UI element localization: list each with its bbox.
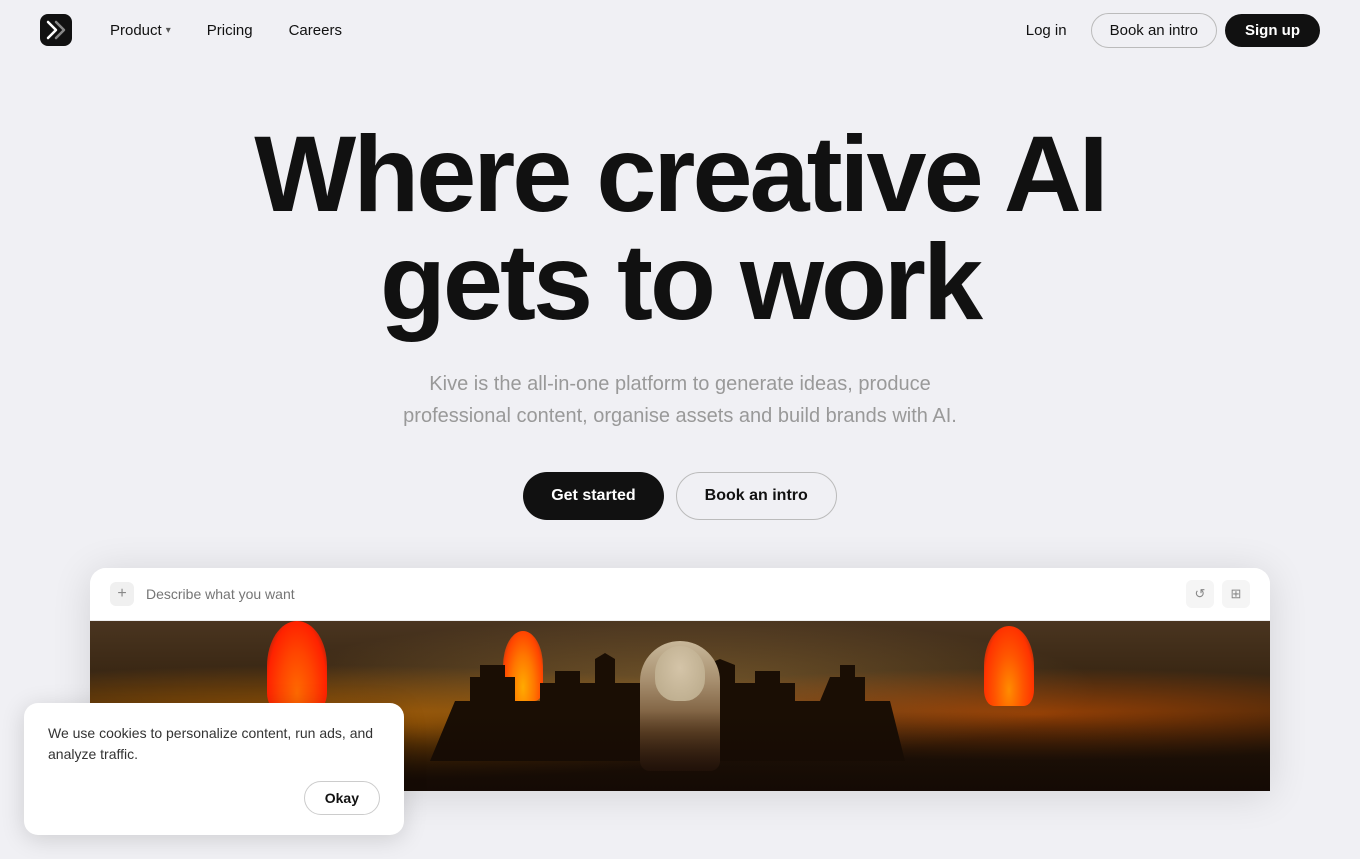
app-bar: + ↺ ⊞ bbox=[90, 568, 1270, 621]
login-button[interactable]: Log in bbox=[1010, 14, 1083, 47]
prompt-input[interactable] bbox=[146, 586, 1174, 602]
cookie-okay-button[interactable]: Okay bbox=[304, 781, 380, 815]
figure-silhouette bbox=[640, 641, 720, 771]
signup-button[interactable]: Sign up bbox=[1225, 14, 1320, 47]
nav-product-link[interactable]: Product ▾ bbox=[96, 14, 185, 47]
grid-icon[interactable]: ⊞ bbox=[1222, 580, 1250, 608]
app-bar-icons: ↺ ⊞ bbox=[1186, 580, 1250, 608]
nav-right: Log in Book an intro Sign up bbox=[1010, 13, 1320, 48]
nav-pricing-link[interactable]: Pricing bbox=[193, 14, 267, 47]
cookie-banner: We use cookies to personalize content, r… bbox=[24, 703, 404, 835]
flame-left bbox=[267, 621, 327, 711]
hero-title: Where creative AI gets to work bbox=[254, 120, 1105, 336]
hero-subtitle: Kive is the all-in-one platform to gener… bbox=[390, 368, 970, 432]
book-intro-hero-button[interactable]: Book an intro bbox=[676, 472, 837, 520]
get-started-button[interactable]: Get started bbox=[523, 472, 663, 520]
flame-right bbox=[984, 626, 1034, 706]
product-chevron-icon: ▾ bbox=[166, 25, 171, 36]
nav-logo[interactable] bbox=[40, 14, 72, 46]
cookie-text: We use cookies to personalize content, r… bbox=[48, 723, 380, 765]
book-intro-nav-button[interactable]: Book an intro bbox=[1091, 13, 1217, 48]
hero-cta-group: Get started Book an intro bbox=[523, 472, 837, 520]
nav-careers-link[interactable]: Careers bbox=[275, 14, 356, 47]
refresh-icon[interactable]: ↺ bbox=[1186, 580, 1214, 608]
nav-left: Product ▾ Pricing Careers bbox=[40, 14, 356, 47]
navbar: Product ▾ Pricing Careers Log in Book an… bbox=[0, 0, 1360, 60]
add-icon[interactable]: + bbox=[110, 582, 134, 606]
hero-section: Where creative AI gets to work Kive is t… bbox=[0, 60, 1360, 791]
